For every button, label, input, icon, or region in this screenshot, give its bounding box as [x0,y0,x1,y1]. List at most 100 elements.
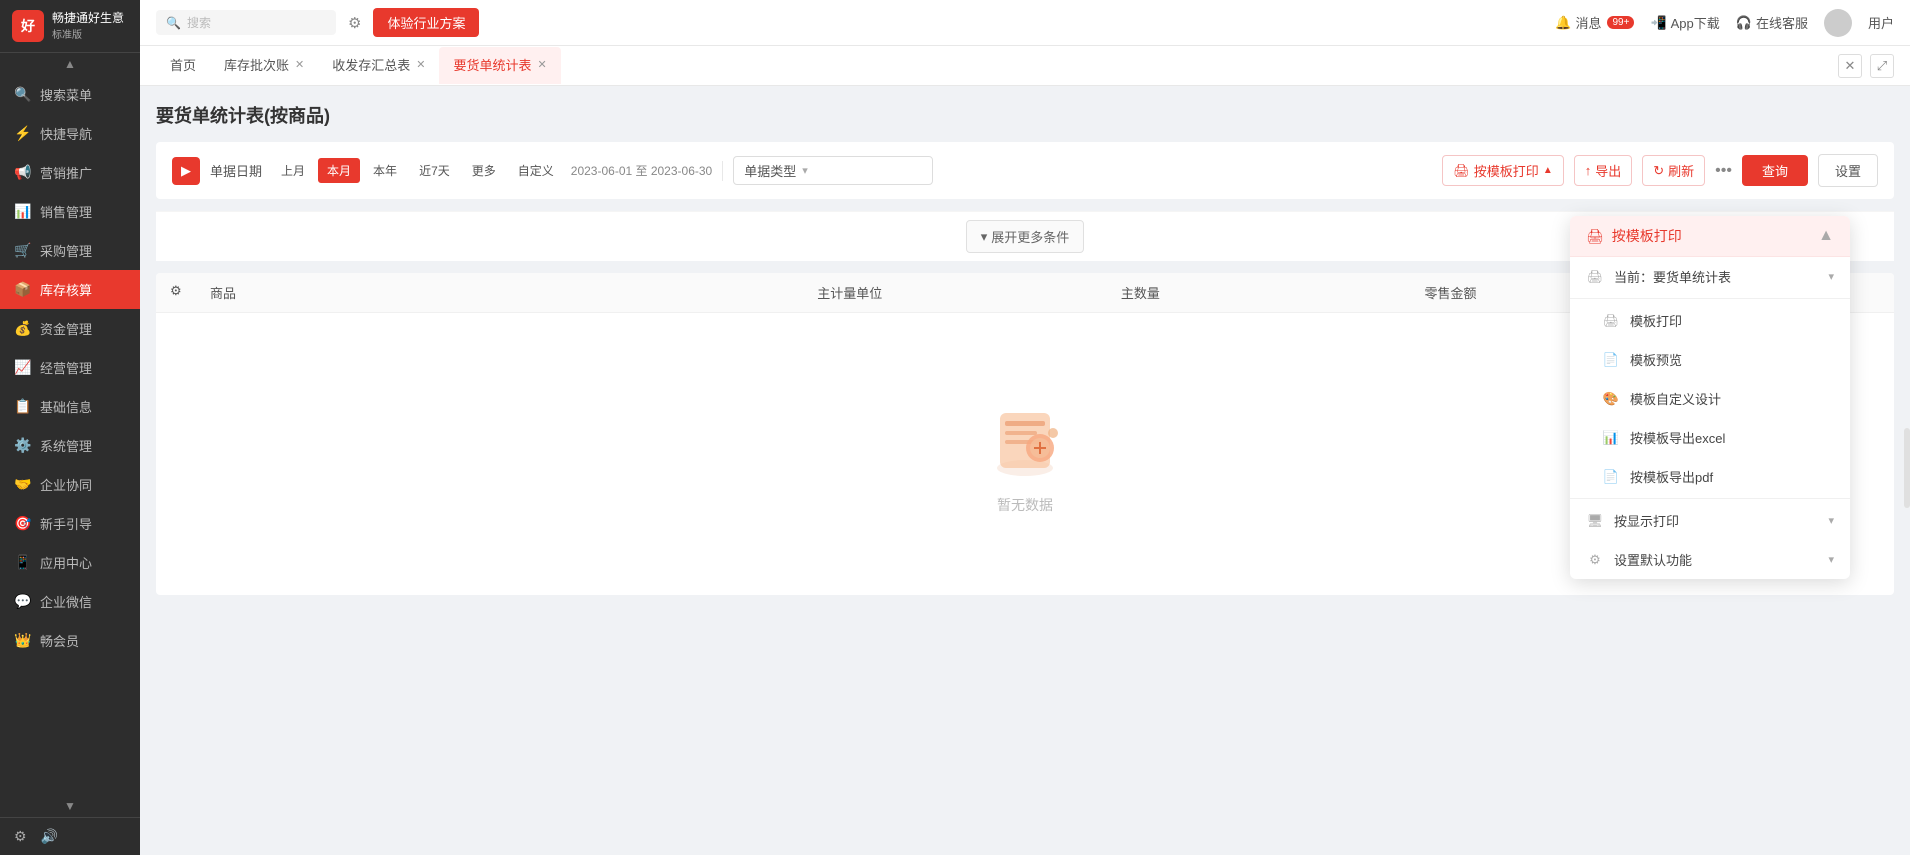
set-default-arrow: ▾ [1828,553,1834,566]
dropdown-item-set-default[interactable]: ⚙ 设置默认功能 ▾ [1570,540,1850,579]
sidebar-item-purchase[interactable]: 🛒 采购管理 [0,231,140,270]
tabbar: 首页 库存批次账 ✕ 收发存汇总表 ✕ 要货单统计表 ✕ ✕ ⤢ [140,46,1910,86]
sidebar-item-collab[interactable]: 🤝 企业协同 [0,465,140,504]
sidebar-item-search[interactable]: 🔍 搜索菜单 [0,75,140,114]
wechat-icon: 💬 [14,593,32,610]
sidebar-item-basic[interactable]: 📋 基础信息 [0,387,140,426]
sidebar-item-quicknav[interactable]: ⚡ 快捷导航 [0,114,140,153]
refresh-button[interactable]: ↻ 刷新 [1642,155,1705,186]
user-name: 用户 [1868,13,1894,32]
sidebar-item-label: 营销推广 [40,163,92,182]
dropdown-item-current-template[interactable]: 🖨 当前：要货单统计表 ▾ [1570,257,1850,296]
table-col-product: 商品 [210,283,817,302]
operations-icon: 📈 [14,359,32,376]
sidebar-item-guide[interactable]: 🎯 新手引导 [0,504,140,543]
logo-icon: 好 [12,10,44,42]
sidebar-item-operations[interactable]: 📈 经营管理 [0,348,140,387]
speaker-icon[interactable]: 🔊 [41,828,58,845]
sidebar-item-label: 系统管理 [40,436,92,455]
date-btn-7days[interactable]: 近7天 [410,158,459,183]
online-service-button[interactable]: 🎧 在线客服 [1736,13,1808,32]
tabbar-right-buttons: ✕ ⤢ [1838,54,1894,78]
messages-button[interactable]: 🔔 消息 99+ [1555,13,1634,32]
user-avatar[interactable] [1824,9,1852,37]
download-icon: 📲 [1650,15,1666,31]
sidebar-item-wechat[interactable]: 💬 企业微信 [0,582,140,621]
dropdown-item-export-pdf[interactable]: 📄 按模板导出pdf [1570,457,1850,496]
system-icon: ⚙️ [14,437,32,454]
sidebar-item-member[interactable]: 👑 畅会员 [0,621,140,660]
topbar-gear-icon[interactable]: ⚙ [348,14,361,32]
date-btn-this-month[interactable]: 本月 [318,158,360,183]
refresh-label: 刷新 [1668,161,1694,180]
date-btn-more[interactable]: 更多 [463,158,505,183]
purchase-icon: 🛒 [14,242,32,259]
tab-close-all-button[interactable]: ✕ [1838,54,1862,78]
dropdown-item-display-print[interactable]: 🖥 按显示打印 ▾ [1570,501,1850,540]
page-title: 要货单统计表(按商品) [156,102,1894,128]
scrollbar-indicator[interactable] [1904,428,1910,508]
table-col-qty: 主数量 [1121,283,1425,302]
tab-order-stat-close[interactable]: ✕ [538,58,547,71]
dropdown-item-template-print[interactable]: 🖨 模板打印 [1570,301,1850,340]
tab-collect[interactable]: 收发存汇总表 ✕ [318,47,439,84]
empty-text: 暂无数据 [997,495,1053,515]
dropdown-divider-1 [1570,298,1850,299]
dropdown-current-icon: 🖨 [1586,269,1604,285]
guide-icon: 🎯 [14,515,32,532]
sidebar-item-sales[interactable]: 📊 销售管理 [0,192,140,231]
set-default-icon: ⚙ [1586,552,1604,568]
collab-icon: 🤝 [14,476,32,493]
dropdown-item-template-preview[interactable]: 📄 模板预览 [1570,340,1850,379]
sidebar-item-inventory[interactable]: 📦 库存核算 [0,270,140,309]
sidebar-item-system[interactable]: ⚙️ 系统管理 [0,426,140,465]
topbar-search-icon: 🔍 [166,16,181,30]
date-btn-this-year[interactable]: 本年 [364,158,406,183]
sidebar-scroll-up[interactable]: ▲ [0,53,140,75]
date-label: 单据日期 [210,161,262,180]
more-options-icon[interactable]: ••• [1715,162,1732,180]
logo-text: 畅捷通好生意 [52,11,124,27]
date-btn-last-month[interactable]: 上月 [272,158,314,183]
tab-collect-close[interactable]: ✕ [416,58,425,71]
tab-home[interactable]: 首页 [156,47,210,84]
display-print-icon: 🖥 [1586,513,1604,529]
sidebar-item-marketing[interactable]: 📢 营销推广 [0,153,140,192]
topbar-search-text: 搜索 [187,14,211,31]
template-preview-icon: 📄 [1602,352,1620,368]
sidebar-item-finance[interactable]: 💰 资金管理 [0,309,140,348]
query-button[interactable]: 查询 [1742,155,1808,186]
date-range-display: 2023-06-01 至 2023-06-30 [571,162,712,179]
sidebar-item-label: 基础信息 [40,397,92,416]
sidebar-item-label: 企业协同 [40,475,92,494]
template-design-icon: 🎨 [1602,391,1620,407]
trial-button[interactable]: 体验行业方案 [373,8,479,37]
date-btn-custom[interactable]: 自定义 [509,158,563,183]
sidebar-item-appstore[interactable]: 📱 应用中心 [0,543,140,582]
tab-maximize-button[interactable]: ⤢ [1870,54,1894,78]
sales-icon: 📊 [14,203,32,220]
filter-action-buttons: 🖨 按模板打印 ▲ ↑ 导出 ↻ 刷新 ••• 查询 设置 [1442,154,1878,187]
tab-batch-close[interactable]: ✕ [295,58,304,71]
page-content: 要货单统计表(按商品) ▶ 单据日期 上月 本月 本年 近7天 更多 自定义 2… [140,86,1910,855]
export-pdf-icon: 📄 [1602,469,1620,485]
dropdown-item-export-excel[interactable]: 📊 按模板导出excel [1570,418,1850,457]
dropdown-close-button[interactable]: ▲ [1818,227,1834,245]
filter-expand-button[interactable]: ▶ [172,157,200,185]
sidebar-item-label: 企业微信 [40,592,92,611]
dropdown-item-template-design[interactable]: 🎨 模板自定义设计 [1570,379,1850,418]
app-download-button[interactable]: 📲 App下载 [1650,13,1719,32]
settings-icon[interactable]: ⚙ [14,828,27,845]
expand-more-button[interactable]: ▾ 展开更多条件 [966,220,1085,253]
export-button[interactable]: ↑ 导出 [1574,155,1633,186]
logo-sub: 标准版 [52,26,124,41]
topbar-search-box[interactable]: 🔍 搜索 [156,10,336,35]
tab-order-stat[interactable]: 要货单统计表 ✕ [439,47,560,84]
table-col-settings: ⚙ [170,283,210,302]
order-type-select[interactable]: 单据类型 ▾ [733,156,933,185]
print-button[interactable]: 🖨 按模板打印 ▲ [1442,155,1563,186]
sidebar-item-label: 销售管理 [40,202,92,221]
sidebar-scroll-down[interactable]: ▼ [0,795,140,817]
tab-batch[interactable]: 库存批次账 ✕ [210,47,318,84]
settings-button[interactable]: 设置 [1818,154,1878,187]
